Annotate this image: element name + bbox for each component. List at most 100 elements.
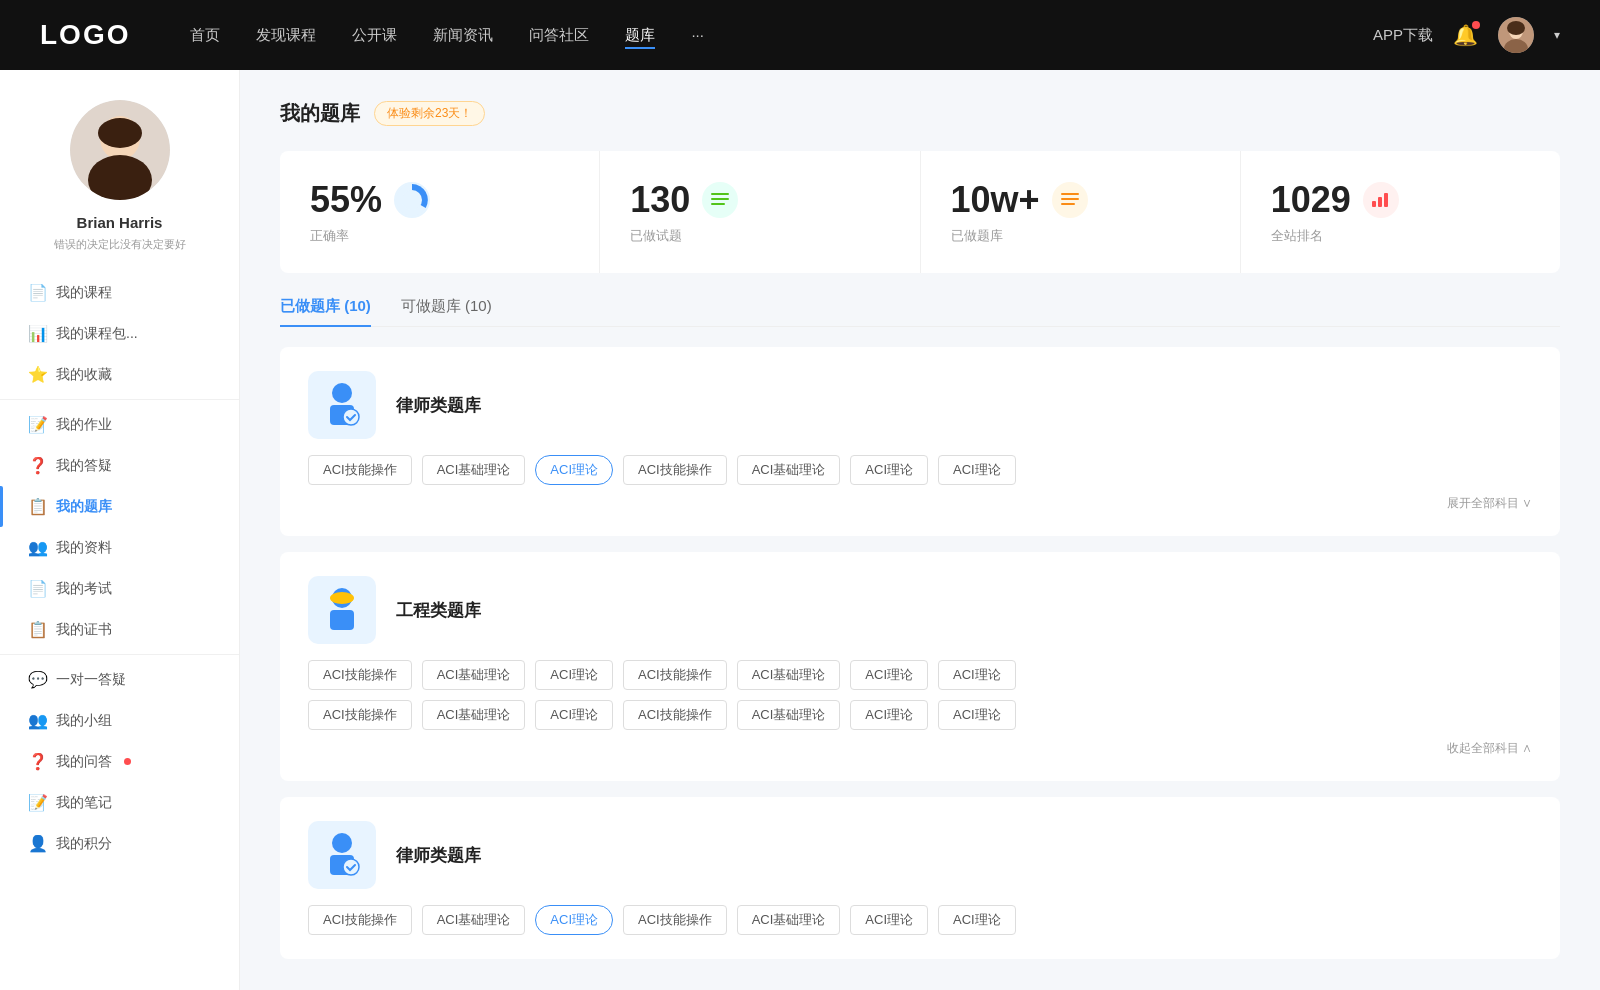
eng-tag-6[interactable]: ACI理论 (938, 660, 1016, 690)
stat-top-ranking: 1029 (1271, 179, 1530, 221)
eng-tag-8[interactable]: ACI基础理论 (422, 700, 526, 730)
l2-tag-3[interactable]: ACI技能操作 (623, 905, 727, 935)
sidebar-item-my-packages[interactable]: 📊 我的课程包... (0, 313, 239, 354)
l2-tag-6[interactable]: ACI理论 (938, 905, 1016, 935)
stat-label-accuracy: 正确率 (310, 227, 569, 245)
nav-item-qbank[interactable]: 题库 (625, 26, 655, 45)
sidebar-item-qbank[interactable]: 📋 我的题库 (0, 486, 239, 527)
svg-rect-13 (1061, 193, 1079, 195)
sidebar-item-materials[interactable]: 👥 我的资料 (0, 527, 239, 568)
qbank-icon: 📋 (28, 497, 46, 516)
svg-point-27 (332, 833, 352, 853)
svg-rect-18 (1384, 193, 1388, 207)
eng-tag-5[interactable]: ACI理论 (850, 660, 928, 690)
tutoring-icon: 💬 (28, 670, 46, 689)
materials-icon: 👥 (28, 538, 46, 557)
bell-icon[interactable]: 🔔 (1453, 23, 1478, 47)
stat-label-ranking: 全站排名 (1271, 227, 1530, 245)
tag-3[interactable]: ACI技能操作 (623, 455, 727, 485)
svg-rect-23 (330, 610, 354, 630)
sidebar-item-qa[interactable]: ❓ 我的答疑 (0, 445, 239, 486)
nav-item-qa[interactable]: 问答社区 (529, 26, 589, 45)
eng-tag-1[interactable]: ACI基础理论 (422, 660, 526, 690)
homework-icon: 📝 (28, 415, 46, 434)
nav-item-courses[interactable]: 发现课程 (256, 26, 316, 45)
l2-tag-4[interactable]: ACI基础理论 (737, 905, 841, 935)
sidebar-item-certificate[interactable]: 📋 我的证书 (0, 609, 239, 650)
tag-1[interactable]: ACI基础理论 (422, 455, 526, 485)
stat-top-banks: 10w+ (951, 179, 1210, 221)
stat-value-ranking: 1029 (1271, 179, 1351, 221)
tag-6[interactable]: ACI理论 (938, 455, 1016, 485)
sidebar-user-name: Brian Harris (77, 214, 163, 231)
avatar[interactable] (1498, 17, 1534, 53)
sidebar-item-points[interactable]: 👤 我的积分 (0, 823, 239, 864)
stat-ranking: 1029 全站排名 (1241, 151, 1560, 273)
sidebar-item-homework[interactable]: 📝 我的作业 (0, 404, 239, 445)
svg-rect-10 (711, 193, 729, 195)
nav-links: 首页 发现课程 公开课 新闻资讯 问答社区 题库 ··· (190, 26, 1373, 45)
eng-tag-7[interactable]: ACI技能操作 (308, 700, 412, 730)
sidebar-item-my-courses[interactable]: 📄 我的课程 (0, 272, 239, 313)
qbank-icon-engineer (308, 576, 376, 644)
eng-tag-11[interactable]: ACI基础理论 (737, 700, 841, 730)
qbank-icon-lawyer-2 (308, 821, 376, 889)
sidebar-item-notes[interactable]: 📝 我的笔记 (0, 782, 239, 823)
l2-tag-5[interactable]: ACI理论 (850, 905, 928, 935)
stat-top-done: 130 (630, 179, 889, 221)
page-header: 我的题库 体验剩余23天！ (280, 100, 1560, 127)
nav-item-open[interactable]: 公开课 (352, 26, 397, 45)
svg-rect-26 (338, 594, 346, 599)
app-download[interactable]: APP下载 (1373, 26, 1433, 45)
stat-value-accuracy: 55% (310, 179, 382, 221)
svg-rect-15 (1061, 203, 1075, 205)
nav-item-more[interactable]: ··· (691, 26, 704, 45)
notes-icon: 📝 (28, 793, 46, 812)
sidebar-item-favorites[interactable]: ⭐ 我的收藏 (0, 354, 239, 395)
nav-right: APP下载 🔔 ▾ (1373, 17, 1560, 53)
eng-tag-0[interactable]: ACI技能操作 (308, 660, 412, 690)
sidebar: Brian Harris 错误的决定比没有决定要好 📄 我的课程 📊 我的课程包… (0, 70, 240, 990)
sidebar-item-my-qa[interactable]: ❓ 我的问答 (0, 741, 239, 782)
stat-done-questions: 130 已做试题 (600, 151, 920, 273)
l2-tag-0[interactable]: ACI技能操作 (308, 905, 412, 935)
tag-2-active[interactable]: ACI理论 (535, 455, 613, 485)
l2-tag-2-active[interactable]: ACI理论 (535, 905, 613, 935)
chevron-down-icon[interactable]: ▾ (1554, 28, 1560, 42)
eng-tag-3[interactable]: ACI技能操作 (623, 660, 727, 690)
tag-5[interactable]: ACI理论 (850, 455, 928, 485)
tab-available-banks[interactable]: 可做题库 (10) (401, 297, 492, 326)
eng-tag-9[interactable]: ACI理论 (535, 700, 613, 730)
eng-tag-12[interactable]: ACI理论 (850, 700, 928, 730)
tag-4[interactable]: ACI基础理论 (737, 455, 841, 485)
eng-tag-4[interactable]: ACI基础理论 (737, 660, 841, 690)
main-layout: Brian Harris 错误的决定比没有决定要好 📄 我的课程 📊 我的课程包… (0, 70, 1600, 990)
sidebar-item-exams[interactable]: 📄 我的考试 (0, 568, 239, 609)
eng-tag-13[interactable]: ACI理论 (938, 700, 1016, 730)
nav-logo: LOGO (40, 19, 130, 51)
svg-point-7 (98, 118, 142, 148)
qbank-icon-lawyer-1 (308, 371, 376, 439)
nav-item-home[interactable]: 首页 (190, 26, 220, 45)
tab-done-banks[interactable]: 已做题库 (10) (280, 297, 371, 326)
main-content: 我的题库 体验剩余23天！ 55% 正确率 (240, 70, 1600, 990)
collapse-btn-engineer[interactable]: 收起全部科目 ∧ (308, 740, 1532, 757)
qbank-title-lawyer-1: 律师类题库 (396, 394, 481, 417)
qbank-title-engineer: 工程类题库 (396, 599, 481, 622)
eng-tag-2[interactable]: ACI理论 (535, 660, 613, 690)
svg-rect-12 (711, 203, 725, 205)
pie-chart-icon (394, 182, 430, 218)
svg-rect-16 (1372, 201, 1376, 207)
sidebar-slogan: 错误的决定比没有决定要好 (38, 237, 202, 252)
exams-icon: 📄 (28, 579, 46, 598)
sidebar-item-group[interactable]: 👥 我的小组 (0, 700, 239, 741)
my-packages-icon: 📊 (28, 324, 46, 343)
sidebar-item-tutoring[interactable]: 💬 一对一答疑 (0, 659, 239, 700)
l2-tag-1[interactable]: ACI基础理论 (422, 905, 526, 935)
qbank-title-lawyer-2: 律师类题库 (396, 844, 481, 867)
nav-item-news[interactable]: 新闻资讯 (433, 26, 493, 45)
tags-row-engineer-1: ACI技能操作 ACI基础理论 ACI理论 ACI技能操作 ACI基础理论 AC… (308, 660, 1532, 690)
eng-tag-10[interactable]: ACI技能操作 (623, 700, 727, 730)
expand-btn-lawyer-1[interactable]: 展开全部科目 ∨ (308, 495, 1532, 512)
tag-0[interactable]: ACI技能操作 (308, 455, 412, 485)
